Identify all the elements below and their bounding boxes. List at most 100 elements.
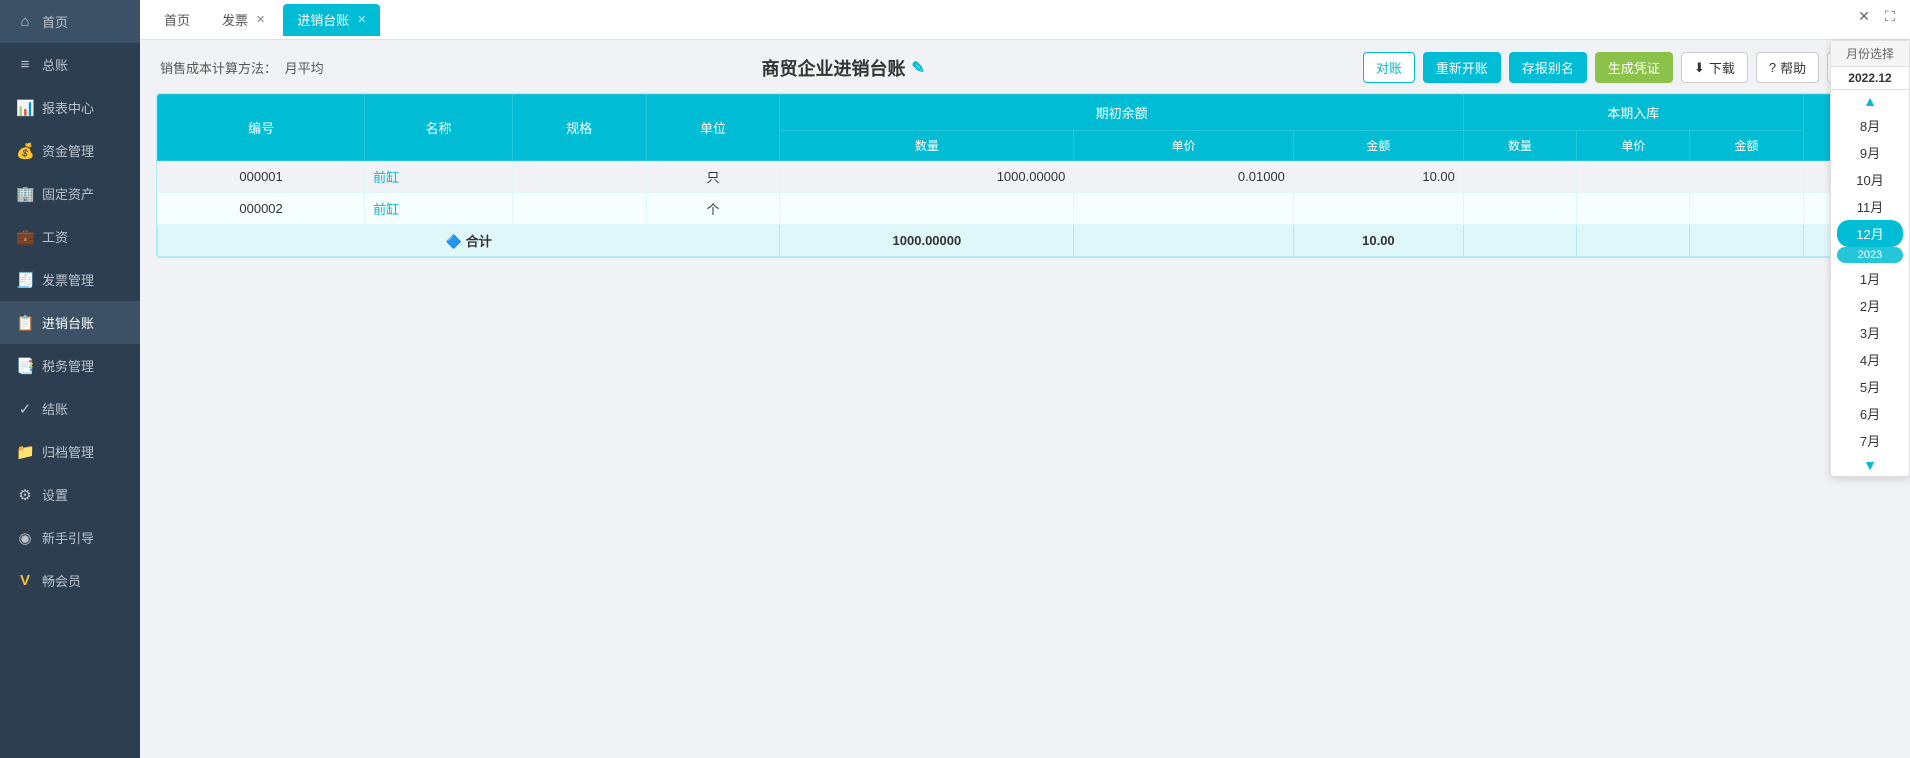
home-icon: ⌂: [16, 13, 34, 30]
invoice-mgmt-icon: 🧾: [16, 271, 34, 289]
maximize-button[interactable]: ⛶: [1878, 4, 1902, 28]
month-2023-7[interactable]: 7月: [1831, 427, 1909, 454]
close-button[interactable]: ✕: [1852, 4, 1876, 28]
sidebar-item-guide[interactable]: ◉ 新手引导: [0, 516, 140, 559]
month-9[interactable]: 9月: [1831, 139, 1909, 166]
month-2023-1[interactable]: 1月: [1831, 265, 1909, 292]
tab-home[interactable]: 首页: [150, 4, 204, 36]
assets-icon: 🏢: [16, 185, 34, 203]
sidebar-item-funds[interactable]: 💰 资金管理: [0, 129, 140, 172]
ledger-icon: ≡: [16, 56, 34, 73]
tab-invoice-label: 发票: [222, 10, 248, 29]
page-title: 商贸企业进销台账 ✎: [762, 55, 925, 81]
sidebar-item-ledger[interactable]: ≡ 总账: [0, 43, 140, 86]
generate-button[interactable]: 生成凭证: [1595, 52, 1673, 83]
cell-in-price-1: [1577, 161, 1690, 193]
month-11[interactable]: 11月: [1831, 193, 1909, 220]
year-2023-label: 2023: [1837, 247, 1903, 263]
sidebar-label-funds: 资金管理: [42, 141, 94, 160]
month-scroll-up[interactable]: ▲: [1831, 90, 1909, 112]
col-unit: 单位: [646, 95, 780, 161]
sidebar-item-assets[interactable]: 🏢 固定资产: [0, 172, 140, 215]
sidebar-item-settings[interactable]: ⚙ 设置: [0, 473, 140, 516]
sub-col-init-amount: 金额: [1293, 131, 1463, 161]
month-8[interactable]: 8月: [1831, 112, 1909, 139]
content-area: 销售成本计算方法： 月平均 商贸企业进销台账 ✎ 对账 重新开账 存报别名 生成…: [140, 40, 1910, 758]
tab-stock-ledger[interactable]: 进销台账 ✕: [283, 4, 380, 36]
cell-in-price-2: [1577, 193, 1690, 225]
cell-init-price-1: 0.01000: [1074, 161, 1294, 193]
col-spec: 规格: [512, 95, 646, 161]
edit-icon[interactable]: ✎: [912, 58, 925, 78]
month-10[interactable]: 10月: [1831, 166, 1909, 193]
sidebar-item-invoice-mgmt[interactable]: 🧾 发票管理: [0, 258, 140, 301]
help-button[interactable]: ? 帮助: [1756, 52, 1819, 83]
sidebar-item-closing[interactable]: ✓ 结账: [0, 387, 140, 430]
total-in-qty: [1463, 225, 1576, 257]
cost-method-value: 月平均: [285, 61, 324, 76]
page-title-text: 商贸企业进销台账: [762, 55, 906, 81]
cell-in-amount-1: [1690, 161, 1803, 193]
tab-invoice-close[interactable]: ✕: [256, 13, 265, 26]
tax-icon: 📑: [16, 357, 34, 375]
cell-name-2: 前缸: [365, 193, 513, 225]
month-12[interactable]: 12月: [1837, 220, 1903, 247]
sub-col-in-price: 单价: [1577, 131, 1690, 161]
month-2023-2[interactable]: 2月: [1831, 292, 1909, 319]
stock-icon: 📋: [16, 314, 34, 332]
main-area: ✕ ⛶ 首页 发票 ✕ 进销台账 ✕ 销售成本计算方法： 月平均 商贸企业进销台…: [140, 0, 1910, 758]
sidebar-item-archive[interactable]: 📁 归档管理: [0, 430, 140, 473]
download-icon: ⬇: [1694, 60, 1705, 76]
cell-code-2: 000002: [158, 193, 365, 225]
total-init-qty: 1000.00000: [780, 225, 1074, 257]
cell-in-qty-2: [1463, 193, 1576, 225]
month-scroll-down[interactable]: ▼: [1831, 454, 1909, 476]
total-label-cell: 🔷合计: [158, 225, 780, 257]
month-2023-5[interactable]: 5月: [1831, 373, 1909, 400]
sidebar-label-payroll: 工资: [42, 227, 68, 246]
sidebar-item-tax[interactable]: 📑 税务管理: [0, 344, 140, 387]
cell-name-1: 前缸: [365, 161, 513, 193]
stock-table: 编号 名称 规格 单位 期初余额 本期入库 数 数量 单价 金额 数量 单价: [157, 94, 1893, 257]
reopen-button[interactable]: 重新开账: [1423, 52, 1501, 83]
sidebar-label-archive: 归档管理: [42, 442, 94, 461]
help-label: 帮助: [1780, 58, 1806, 77]
table-total-row: 🔷合计 1000.00000 10.00: [158, 225, 1893, 257]
sidebar-item-stock[interactable]: 📋 进销台账: [0, 301, 140, 344]
sidebar-label-invoice-mgmt: 发票管理: [42, 270, 94, 289]
payroll-icon: 💼: [16, 228, 34, 246]
month-2023-6[interactable]: 6月: [1831, 400, 1909, 427]
reconcile-button[interactable]: 对账: [1363, 52, 1415, 83]
save-alias-button[interactable]: 存报别名: [1509, 52, 1587, 83]
total-in-amount: [1690, 225, 1803, 257]
download-label: 下载: [1709, 58, 1735, 77]
sidebar-item-vip[interactable]: V 畅会员: [0, 559, 140, 602]
current-year-label: 2022.12: [1831, 67, 1909, 90]
guide-icon: ◉: [16, 529, 34, 547]
sidebar-label-home: 首页: [42, 12, 68, 31]
sidebar-item-payroll[interactable]: 💼 工资: [0, 215, 140, 258]
cell-init-price-2: [1074, 193, 1294, 225]
download-button[interactable]: ⬇ 下载: [1681, 52, 1748, 83]
sidebar-item-home[interactable]: ⌂ 首页: [0, 0, 140, 43]
month-2023-3[interactable]: 3月: [1831, 319, 1909, 346]
month-panel: 月份选择 2022.12 ▲ 8月 9月 10月 11月 12月 2023 1月…: [1830, 40, 1910, 477]
closing-icon: ✓: [16, 400, 34, 418]
sidebar-label-assets: 固定资产: [42, 184, 94, 203]
total-in-price: [1577, 225, 1690, 257]
sub-col-in-amount: 金额: [1690, 131, 1803, 161]
tab-invoice[interactable]: 发票 ✕: [208, 4, 279, 36]
month-2023-4[interactable]: 4月: [1831, 346, 1909, 373]
cell-init-amount-1: 10.00: [1293, 161, 1463, 193]
sidebar-label-tax: 税务管理: [42, 356, 94, 375]
cell-unit-1: 只: [646, 161, 780, 193]
sidebar: ⌂ 首页 ≡ 总账 📊 报表中心 💰 资金管理 🏢 固定资产 💼 工资 🧾 发票…: [0, 0, 140, 758]
col-group-in: 本期入库: [1463, 95, 1803, 131]
sidebar-item-reports[interactable]: 📊 报表中心: [0, 86, 140, 129]
cost-method-label: 销售成本计算方法： 月平均: [156, 58, 324, 77]
cell-code-1: 000001: [158, 161, 365, 193]
stock-table-container: 编号 名称 规格 单位 期初余额 本期入库 数 数量 单价 金额 数量 单价: [156, 93, 1894, 258]
tab-stock-ledger-close[interactable]: ✕: [357, 13, 366, 26]
sidebar-label-reports: 报表中心: [42, 98, 94, 117]
sidebar-label-ledger: 总账: [42, 55, 68, 74]
